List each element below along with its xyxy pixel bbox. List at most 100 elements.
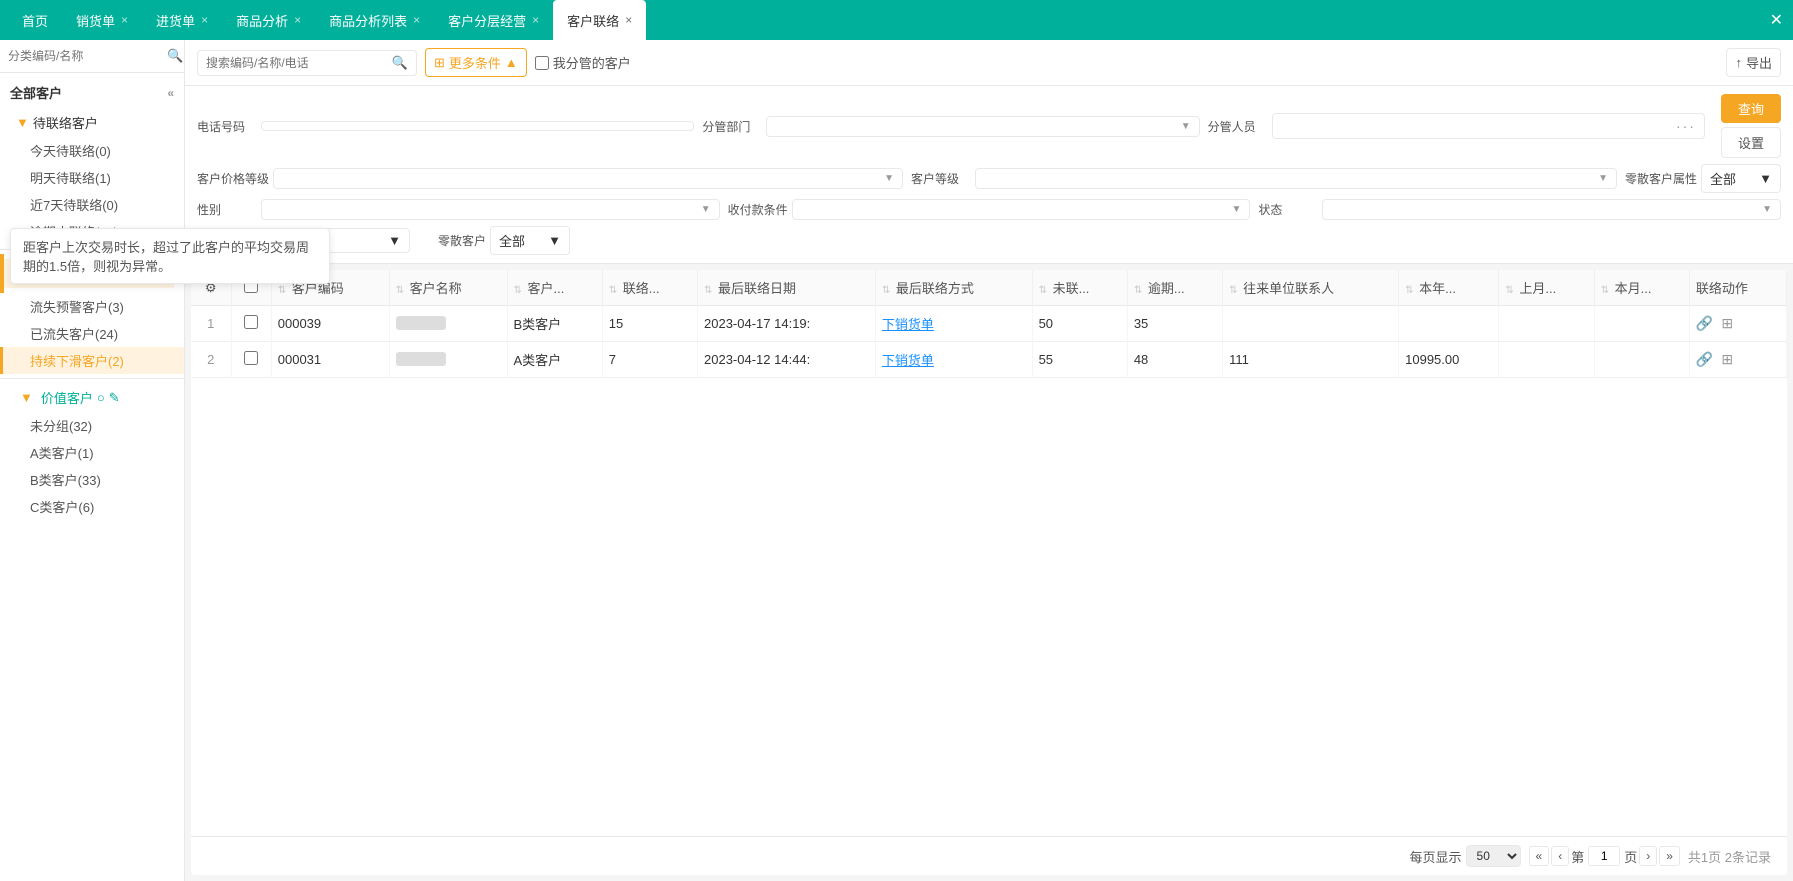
division-dept-label: 分管部门 (702, 118, 762, 135)
row1-link-icon[interactable]: 🔗 (1696, 315, 1713, 332)
division-dept-arrow: ▼ (1181, 121, 1191, 132)
sidebar-item-class-a[interactable]: A类客户(1) (0, 439, 184, 466)
payment-label: 收付款条件 (728, 201, 788, 218)
filter-row-3: 性别 ▼ 收付款条件 ▼ 状态 (197, 199, 1781, 220)
sidebar-item-today[interactable]: 今天待联络(0) (0, 137, 184, 164)
tab-product-analysis[interactable]: 商品分析 × (222, 0, 315, 40)
tab-customer-segment-close[interactable]: × (532, 13, 539, 27)
tab-sales[interactable]: 销货单 × (62, 0, 142, 40)
row2-name-blurred (396, 352, 446, 366)
col-customer-type[interactable]: 客户... (507, 270, 602, 306)
row2-checkbox[interactable] (231, 342, 271, 378)
total-info: 共1页 2条记录 (1688, 847, 1771, 866)
all-customers-label: 全部客户 (10, 83, 62, 102)
division-person-dots: ··· (1676, 118, 1696, 134)
tab-home-label: 首页 (22, 11, 48, 30)
tab-customer-contact-close[interactable]: × (625, 13, 632, 27)
sidebar-search-input[interactable] (8, 49, 163, 63)
tab-product-analysis-close[interactable]: × (294, 13, 301, 27)
sidebar-item-unclassified[interactable]: 未分组(32) (0, 412, 184, 439)
sidebar-search-icon[interactable]: 🔍 (167, 48, 183, 64)
row1-select-checkbox[interactable] (244, 315, 258, 329)
all-customers-header[interactable]: 全部客户 « (0, 77, 184, 108)
col-this-month[interactable]: 本月... (1594, 270, 1689, 306)
tab-product-analysis-list[interactable]: 商品分析列表 × (315, 0, 434, 40)
price-level-input[interactable]: ▼ (273, 168, 903, 189)
tab-purchase[interactable]: 进货单 × (142, 0, 222, 40)
right-content: 🔍 ⊞ 更多条件 ▲ 我分管的客户 ↑ 导出 电话号码 (185, 40, 1793, 881)
tab-product-analysis-list-close[interactable]: × (413, 13, 420, 27)
sidebar-item-churned[interactable]: 已流失客户(24) (0, 320, 184, 347)
row2-link-icon[interactable]: 🔗 (1696, 351, 1713, 368)
tab-purchase-close[interactable]: × (201, 13, 208, 27)
group-pending-contact[interactable]: ▼ 待联络客户 (0, 108, 184, 137)
tab-customer-segment[interactable]: 客户分层经营 × (434, 0, 553, 40)
tab-sales-close[interactable]: × (121, 13, 128, 27)
customer-level-input[interactable]: ▼ (975, 168, 1617, 189)
row2-more-icon[interactable]: ⊞ (1721, 351, 1733, 368)
h-scrollbar[interactable] (197, 822, 1781, 834)
sidebar-collapse-btn[interactable]: « (167, 86, 174, 100)
tab-sales-label: 销货单 (76, 11, 115, 30)
sidebar-item-declining[interactable]: 持续下滑客户(2) (0, 347, 184, 374)
sidebar-item-churn-warning[interactable]: 流失预警客户(3) (0, 293, 184, 320)
group-value-label: 价值客户 (41, 388, 93, 407)
page-num-input[interactable] (1588, 846, 1620, 866)
row1-last-contact-method[interactable]: 下销货单 (875, 306, 1032, 342)
col-last-month[interactable]: 上月... (1499, 270, 1594, 306)
zero-retail-input[interactable]: 全部 ▼ (490, 226, 570, 255)
col-customer-name[interactable]: 客户名称 (389, 270, 507, 306)
sidebar-item-class-c[interactable]: C类客户(6) (0, 493, 184, 520)
status-input[interactable]: ▼ (1322, 199, 1781, 220)
filter-row-2: 客户价格等级 ▼ 客户等级 ▼ 零散客户属性 全部 (197, 164, 1781, 193)
division-person-input[interactable]: ··· (1272, 113, 1705, 139)
gender-input[interactable]: ▼ (261, 199, 720, 220)
tab-customer-contact[interactable]: 客户联络 × (553, 0, 646, 40)
export-btn[interactable]: ↑ 导出 (1726, 48, 1781, 77)
col-uncontacted[interactable]: 未联... (1032, 270, 1127, 306)
table-header-row: ⚙ 客户编码 客户名称 客户. (191, 270, 1787, 306)
sidebar-item-7days[interactable]: 近7天待联络(0) (0, 191, 184, 218)
col-unit-contacts[interactable]: 往来单位联系人 (1223, 270, 1399, 306)
close-all-button[interactable]: ✕ (1770, 10, 1783, 30)
row1-checkbox[interactable] (231, 306, 271, 342)
row2-select-checkbox[interactable] (244, 351, 258, 365)
sidebar-item-class-b[interactable]: B类客户(33) (0, 466, 184, 493)
search-input[interactable] (206, 56, 388, 70)
group-value-edit-icon[interactable]: ○ (97, 390, 105, 405)
zero-retail-attr-input[interactable]: 全部 ▼ (1701, 164, 1781, 193)
per-page-label: 每页显示 (1410, 847, 1462, 866)
first-page-btn[interactable]: « (1529, 846, 1550, 866)
more-conditions-label: 更多条件 (449, 53, 501, 72)
col-last-contact-method[interactable]: 最后联络方式 (875, 270, 1032, 306)
page-size-select[interactable]: 50 20 100 (1466, 845, 1521, 867)
col-this-year[interactable]: 本年... (1399, 270, 1499, 306)
customer-level-arrow: ▼ (1598, 173, 1608, 184)
col-contact-count[interactable]: 联络... (602, 270, 697, 306)
my-customers-checkbox[interactable] (535, 56, 549, 70)
filter-search-icon[interactable]: 🔍 (392, 55, 408, 71)
row2-last-contact-method[interactable]: 下销货单 (875, 342, 1032, 378)
group-value-settings-icon[interactable]: ✎ (109, 390, 120, 406)
col-overdue[interactable]: 逾期... (1127, 270, 1222, 306)
row1-action-icons: 🔗 ⊞ (1696, 315, 1780, 332)
settings-btn[interactable]: 设置 (1721, 127, 1781, 158)
division-dept-input[interactable]: ▼ (766, 116, 1199, 137)
query-btn[interactable]: 查询 (1721, 94, 1781, 123)
gender-label: 性别 (197, 201, 257, 218)
row1-more-icon[interactable]: ⊞ (1721, 315, 1733, 332)
filter-field-price-level: 客户价格等级 ▼ (197, 168, 903, 189)
prev-page-btn[interactable]: ‹ (1551, 846, 1569, 866)
more-conditions-btn[interactable]: ⊞ 更多条件 ▲ (425, 48, 527, 77)
top-nav: 首页 销货单 × 进货单 × 商品分析 × 商品分析列表 × 客户分层经营 × … (0, 0, 1793, 40)
col-last-contact-date[interactable]: 最后联络日期 (698, 270, 876, 306)
payment-input[interactable]: ▼ (792, 199, 1251, 220)
tab-home[interactable]: 首页 (8, 0, 62, 40)
zero-retail-attr-label: 零散客户属性 (1625, 170, 1697, 187)
row1-this-month (1594, 306, 1689, 342)
filter-field-division-dept: 分管部门 ▼ (702, 116, 1199, 137)
phone-input[interactable] (261, 121, 694, 131)
sidebar-item-tomorrow[interactable]: 明天待联络(1) (0, 164, 184, 191)
next-page-btn[interactable]: › (1639, 846, 1657, 866)
last-page-btn[interactable]: » (1659, 846, 1680, 866)
